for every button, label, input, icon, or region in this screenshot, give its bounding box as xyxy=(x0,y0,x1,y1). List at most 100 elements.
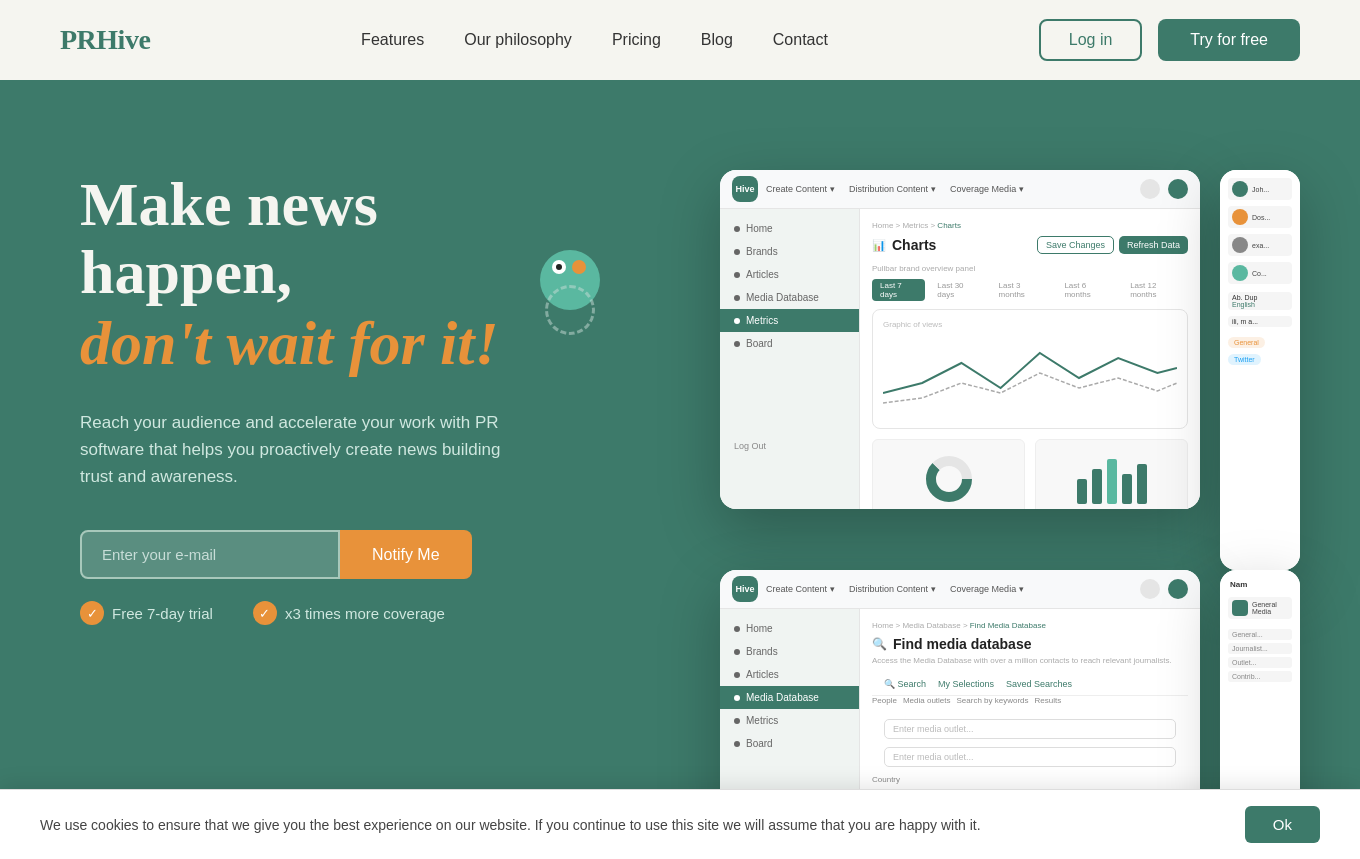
app-inner-top: Home Brands Articles Media Database Metr… xyxy=(720,209,1200,509)
filter-results: Results xyxy=(1035,696,1062,705)
tags-row: General xyxy=(1228,337,1292,348)
pie-chart xyxy=(872,439,1025,509)
app-nav-dist: Distribution Content ▾ xyxy=(849,184,936,194)
sidebar-articles: Articles xyxy=(720,263,859,286)
app-main-charts: Home > Metrics > Charts 📊 Charts Save Ch… xyxy=(860,209,1200,509)
nav-blog[interactable]: Blog xyxy=(701,31,733,49)
user-icon xyxy=(1168,179,1188,199)
sb-media-db: Media Database xyxy=(720,686,859,709)
app-nav-icons xyxy=(1140,179,1188,199)
check-icon-1: ✓ xyxy=(80,601,104,625)
bar-svg xyxy=(1072,449,1152,509)
search-outlet-1[interactable]: Enter media outlet... xyxy=(884,719,1176,739)
contact-nam: Nam xyxy=(1228,578,1292,591)
charts-icon: 📊 xyxy=(872,239,886,252)
app-nav-items-bottom: Create Content ▾ Distribution Content ▾ … xyxy=(766,584,1024,594)
country-label: Country xyxy=(872,775,1188,788)
logo: PRHive xyxy=(60,24,150,56)
media-item-3: Outlet... xyxy=(1228,657,1292,668)
perk-coverage-label: x3 times more coverage xyxy=(285,605,445,622)
svg-rect-3 xyxy=(1092,469,1102,504)
media-list: General... Journalist... Outlet... Contr… xyxy=(1228,629,1292,682)
date-tab-3m[interactable]: Last 3 months xyxy=(991,279,1053,301)
hero-heading-line1: Make news xyxy=(80,170,680,238)
avatar-4 xyxy=(1232,265,1248,281)
search-icon: 🔍 xyxy=(872,637,887,652)
media-item-2: Journalist... xyxy=(1228,643,1292,654)
tab-saved[interactable]: Saved Searches xyxy=(1006,679,1072,689)
line-chart-svg xyxy=(883,333,1177,413)
nav-philosophy[interactable]: Our philosophy xyxy=(464,31,572,49)
nav-pricing[interactable]: Pricing xyxy=(612,31,661,49)
mascot-tail xyxy=(545,285,595,335)
media-general: General Media xyxy=(1228,597,1292,619)
screenshot-right-panel-bottom: Nam General Media General... Journalist.… xyxy=(1220,570,1300,820)
try-button[interactable]: Try for free xyxy=(1158,19,1300,61)
contact-ili: ili, m a... xyxy=(1228,316,1292,327)
contact-row-3: exa... xyxy=(1228,234,1292,256)
app-nav-icons-b xyxy=(1140,579,1188,599)
perk-trial-label: Free 7-day trial xyxy=(112,605,213,622)
notify-button[interactable]: Notify Me xyxy=(340,530,472,579)
sidebar-brands: Brands xyxy=(720,240,859,263)
check-icon-2: ✓ xyxy=(253,601,277,625)
media-item-4: Contrib... xyxy=(1228,671,1292,682)
charts-title: Charts xyxy=(892,237,936,253)
navbar: PRHive Features Our philosophy Pricing B… xyxy=(0,0,1360,80)
tab-search[interactable]: 🔍 Search xyxy=(884,679,926,689)
filter-tabs: People Media outlets Search by keywords … xyxy=(872,696,1188,711)
login-button[interactable]: Log in xyxy=(1039,19,1143,61)
app-nav-coverage: Coverage Media ▾ xyxy=(950,184,1024,194)
sb-articles: Articles xyxy=(720,663,859,686)
chart-label: Graphic of views xyxy=(883,320,1177,329)
perk-trial: ✓ Free 7-day trial xyxy=(80,601,213,625)
svg-rect-4 xyxy=(1107,459,1117,504)
avatar-2 xyxy=(1232,209,1248,225)
save-changes-btn[interactable]: Save Changes xyxy=(1037,236,1114,254)
mascot-eye-left xyxy=(552,260,566,274)
nav-features[interactable]: Features xyxy=(361,31,424,49)
media-subtitle: Access the Media Database with over a mi… xyxy=(872,656,1188,665)
email-form: Notify Me xyxy=(80,530,680,579)
avatar-media xyxy=(1232,600,1248,616)
contact-name-2: Dos... xyxy=(1252,214,1270,221)
sb-home: Home xyxy=(720,617,859,640)
sb-metrics: Metrics xyxy=(720,709,859,732)
app-nav-coverage-b: Coverage Media ▾ xyxy=(950,584,1024,594)
search-outlet-2[interactable]: Enter media outlet... xyxy=(884,747,1176,767)
screenshot-charts: Hive Create Content ▾ Distribution Conte… xyxy=(720,170,1200,509)
tags-row-2: Twitter xyxy=(1228,354,1292,365)
app-nav-dist-b: Distribution Content ▾ xyxy=(849,584,936,594)
side-panel-bottom: Nam General Media General... Journalist.… xyxy=(1220,570,1300,820)
contact-name-4: Co... xyxy=(1252,270,1267,277)
app-logo-top: Hive xyxy=(732,176,758,202)
refresh-data-btn[interactable]: Refresh Data xyxy=(1119,236,1188,254)
contact-row-1: Joh... xyxy=(1228,178,1292,200)
line-chart: Graphic of views xyxy=(872,309,1188,429)
media-item-1: General... xyxy=(1228,629,1292,640)
tab-selections[interactable]: My Selections xyxy=(938,679,994,689)
date-tab-6m[interactable]: Last 6 months xyxy=(1056,279,1118,301)
svg-rect-5 xyxy=(1122,474,1132,504)
media-tabs: 🔍 Search My Selections Saved Searches xyxy=(872,673,1188,696)
tag-twitter: Twitter xyxy=(1228,354,1261,365)
nav-contact[interactable]: Contact xyxy=(773,31,828,49)
media-label: General Media xyxy=(1252,601,1288,615)
mascot xyxy=(520,230,620,340)
date-tab-30[interactable]: Last 30 days xyxy=(929,279,986,301)
filter-keywords: Search by keywords xyxy=(957,696,1029,705)
tag-general: General xyxy=(1228,337,1265,348)
app-logobar-top: Hive Create Content ▾ Distribution Conte… xyxy=(720,170,1200,209)
bar-chart xyxy=(1035,439,1188,509)
date-tab-12m[interactable]: Last 12 months xyxy=(1122,279,1188,301)
cookie-ok-button[interactable]: Ok xyxy=(1245,806,1320,843)
app-nav-items-top: Create Content ▾ Distribution Content ▾ … xyxy=(766,184,1024,194)
charts-subtitle: Pullbar brand overview panel xyxy=(872,264,1188,273)
email-input[interactable] xyxy=(80,530,340,579)
breadcrumb-charts: Home > Metrics > Charts xyxy=(872,221,1188,230)
breadcrumb-media: Home > Media Database > Find Media Datab… xyxy=(872,621,1188,630)
mascot-pupil xyxy=(556,264,562,270)
avatar-1 xyxy=(1232,181,1248,197)
date-tab-7[interactable]: Last 7 days xyxy=(872,279,925,301)
app-logo-bottom: Hive xyxy=(732,576,758,602)
